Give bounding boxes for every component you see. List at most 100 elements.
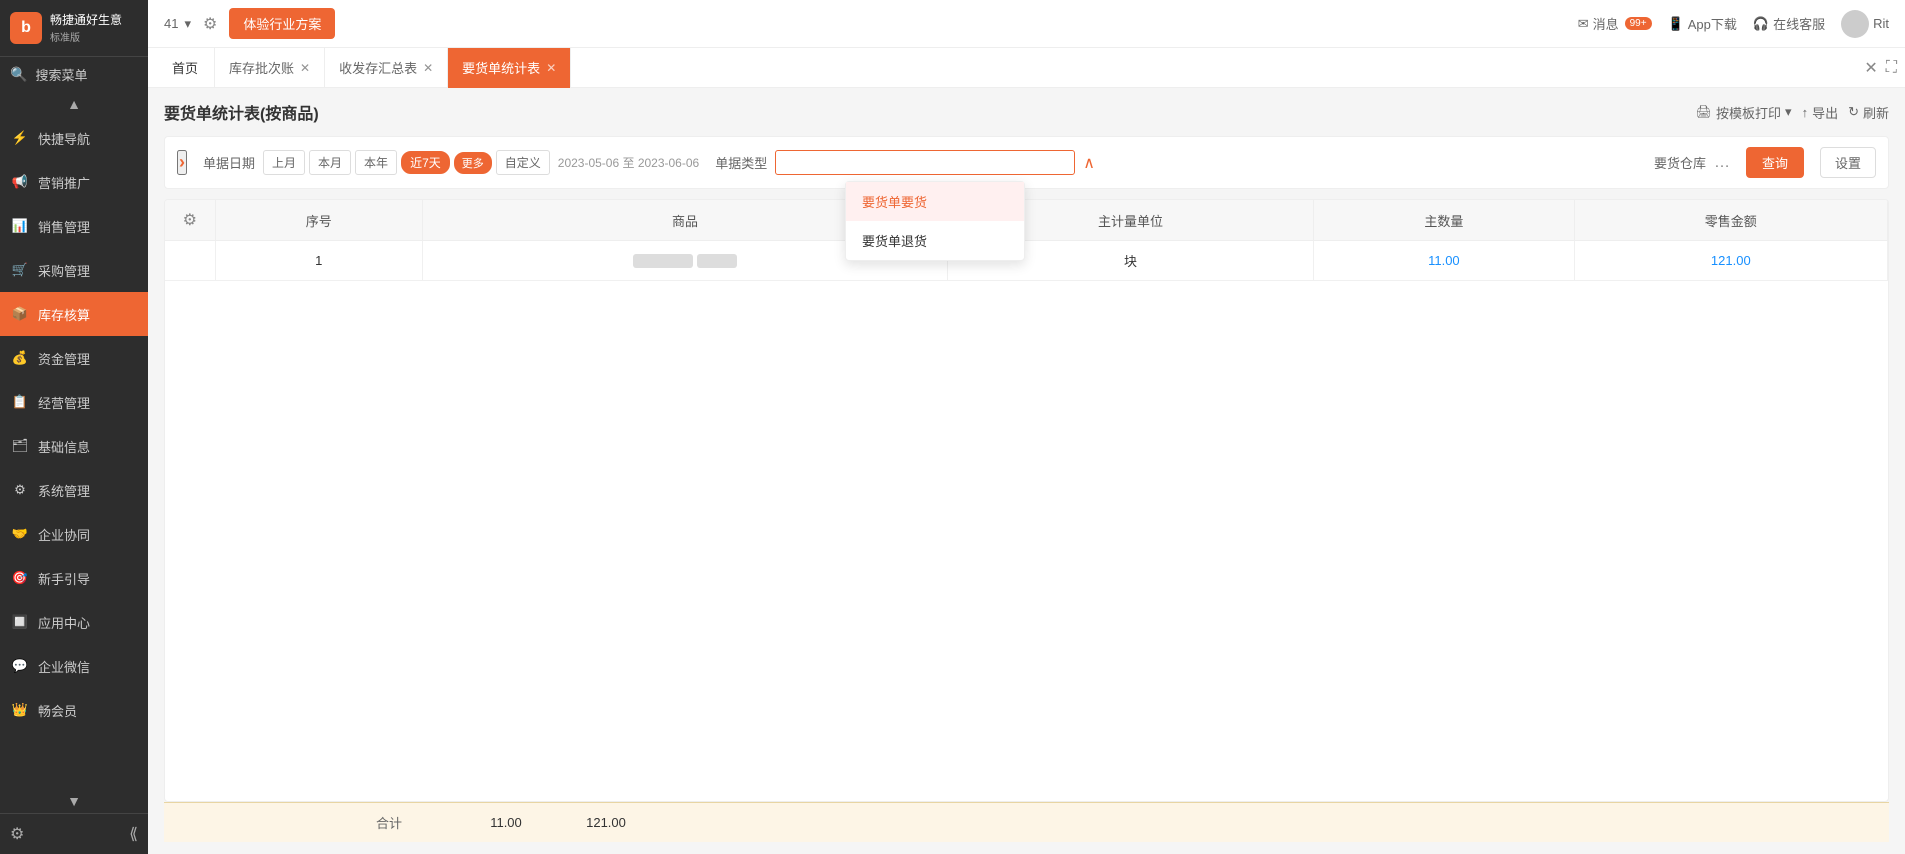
warehouse-more-icon[interactable]: … bbox=[1714, 154, 1730, 172]
table-head: ⚙ 序号 商品 主计量单位 主数量 零售金额 bbox=[165, 200, 1888, 241]
collapse-icon[interactable]: ⟪ bbox=[129, 824, 138, 844]
trial-btn[interactable]: 体验行业方案 bbox=[229, 8, 335, 39]
date-btn-custom[interactable]: 自定义 bbox=[496, 150, 550, 175]
export-icon: ↑ bbox=[1802, 105, 1809, 120]
tab-order-summary[interactable]: 要货单统计表 ✕ bbox=[448, 48, 571, 88]
date-filter-group: 单据日期 上月 本月 本年 近7天 更多 自定义 2023-05-06 至 20… bbox=[203, 150, 699, 175]
tab-order-summary-close[interactable]: ✕ bbox=[546, 61, 556, 75]
tab-fullscreen-btn[interactable]: ⛶ bbox=[1886, 59, 1897, 77]
print-icon: 🖨 bbox=[1696, 104, 1713, 120]
sidebar-item-wechat[interactable]: 💬 企业微信 bbox=[0, 644, 148, 688]
export-btn[interactable]: ↑ 导出 bbox=[1802, 103, 1839, 122]
content-inner: 要货单统计表(按商品) 🖨 按模板打印 ▾ ↑ 导出 ↻ bbox=[148, 88, 1905, 854]
nav-label-quick-nav: 快捷导航 bbox=[38, 129, 90, 148]
tab-home-label: 首页 bbox=[172, 58, 198, 77]
refresh-btn[interactable]: ↻ 刷新 bbox=[1848, 103, 1889, 122]
date-btn-this-year[interactable]: 本年 bbox=[355, 150, 397, 175]
user-avatar-area[interactable]: Rit bbox=[1841, 10, 1889, 38]
th-amount: 零售金额 bbox=[1574, 200, 1887, 241]
print-btn[interactable]: 🖨 按模板打印 ▾ bbox=[1696, 103, 1792, 122]
sidebar-scroll-down[interactable]: ▼ bbox=[0, 789, 148, 813]
message-btn[interactable]: ✉ 消息 99+ bbox=[1578, 14, 1652, 33]
summary-label: 合计 bbox=[176, 813, 456, 832]
nav-icon-inventory: 📦 bbox=[10, 304, 30, 324]
search-menu[interactable]: 🔍 搜索菜单 bbox=[0, 57, 148, 92]
date-filter-label: 单据日期 bbox=[203, 153, 255, 172]
app-download-btn[interactable]: 📱 App下载 bbox=[1668, 14, 1737, 33]
date-btn-this-month[interactable]: 本月 bbox=[309, 150, 351, 175]
tab-receivable-summary[interactable]: 收发存汇总表 ✕ bbox=[325, 48, 448, 88]
store-selector[interactable]: 41 ▾ bbox=[164, 16, 191, 32]
page-actions: 🖨 按模板打印 ▾ ↑ 导出 ↻ 刷新 bbox=[1696, 103, 1890, 122]
date-btn-7days[interactable]: 近7天 bbox=[401, 151, 450, 174]
nav-label-wechat: 企业微信 bbox=[38, 657, 90, 676]
tab-close-all-btn[interactable]: ✕ bbox=[1864, 58, 1877, 78]
sidebar-item-system[interactable]: ⚙ 系统管理 bbox=[0, 468, 148, 512]
sidebar-item-sales[interactable]: 📊 销售管理 bbox=[0, 204, 148, 248]
sidebar-item-basic[interactable]: 🗂 基础信息 bbox=[0, 424, 148, 468]
sidebar-item-guide[interactable]: 🎯 新手引导 bbox=[0, 556, 148, 600]
sidebar-item-appstore[interactable]: 🔲 应用中心 bbox=[0, 600, 148, 644]
date-btn-last-month[interactable]: 上月 bbox=[263, 150, 305, 175]
user-avatar bbox=[1841, 10, 1869, 38]
nav-label-system: 系统管理 bbox=[38, 481, 90, 500]
tab-inventory-batch[interactable]: 库存批次账 ✕ bbox=[215, 48, 325, 88]
nav-icon-marketing: 📢 bbox=[10, 172, 30, 192]
app-icon: 📱 bbox=[1668, 16, 1684, 32]
settings-icon[interactable]: ⚙ bbox=[10, 824, 24, 844]
brand-name: 畅捷通好生意 bbox=[50, 12, 122, 29]
quantity-link[interactable]: 11.00 bbox=[1428, 253, 1460, 268]
type-filter-clear-icon[interactable]: ∧ bbox=[1083, 153, 1095, 173]
table-settings-icon[interactable]: ⚙ bbox=[183, 212, 197, 229]
filter-expand-btn[interactable]: › bbox=[177, 150, 187, 175]
summary-values: 11.00 121.00 bbox=[456, 815, 656, 830]
nav-icon-system: ⚙ bbox=[10, 480, 30, 500]
sidebar: b 畅捷通好生意 标准版 🔍 搜索菜单 ▲ ⚡ 快捷导航 📢 营销推广 📊 销售… bbox=[0, 0, 148, 854]
th-settings[interactable]: ⚙ bbox=[165, 200, 215, 241]
tab-inventory-batch-close[interactable]: ✕ bbox=[300, 61, 310, 75]
nav-label-sales: 销售管理 bbox=[38, 217, 90, 236]
type-filter-input[interactable] bbox=[775, 150, 1075, 175]
sidebar-item-member[interactable]: 👑 畅会员 bbox=[0, 688, 148, 732]
app-download-label: App下载 bbox=[1688, 14, 1737, 33]
query-btn[interactable]: 查询 bbox=[1746, 147, 1804, 178]
refresh-label: 刷新 bbox=[1863, 103, 1889, 122]
customer-service-btn[interactable]: 🎧 在线客服 bbox=[1753, 14, 1825, 33]
sidebar-scroll-up[interactable]: ▲ bbox=[0, 92, 148, 116]
nav-icon-member: 👑 bbox=[10, 700, 30, 720]
th-index: 序号 bbox=[215, 200, 423, 241]
tabs-actions: ✕ ⛶ bbox=[1864, 58, 1897, 78]
sidebar-item-marketing[interactable]: 📢 营销推广 bbox=[0, 160, 148, 204]
sidebar-item-quick-nav[interactable]: ⚡ 快捷导航 bbox=[0, 116, 148, 160]
store-chevron-icon[interactable]: ▾ bbox=[184, 16, 191, 32]
filter-settings-btn[interactable]: 设置 bbox=[1820, 147, 1876, 178]
nav-label-basic: 基础信息 bbox=[38, 437, 90, 456]
nav-icon-basic: 🗂 bbox=[10, 436, 30, 456]
sidebar-item-finance[interactable]: 💰 资金管理 bbox=[0, 336, 148, 380]
sidebar-logo: b 畅捷通好生意 标准版 bbox=[0, 0, 148, 57]
tabs-bar: 首页 库存批次账 ✕ 收发存汇总表 ✕ 要货单统计表 ✕ ✕ ⛶ bbox=[148, 48, 1905, 88]
data-table: ⚙ 序号 商品 主计量单位 主数量 零售金额 1 bbox=[165, 200, 1888, 281]
topbar-settings-icon[interactable]: ⚙ bbox=[203, 14, 217, 34]
nav-icon-operation: 📋 bbox=[10, 392, 30, 412]
tab-receivable-summary-close[interactable]: ✕ bbox=[423, 61, 433, 75]
logo-icon: b bbox=[10, 12, 42, 44]
service-icon: 🎧 bbox=[1753, 16, 1769, 32]
summary-quantity: 11.00 bbox=[456, 815, 556, 830]
date-range-text: 2023-05-06 至 2023-06-06 bbox=[558, 154, 699, 171]
tab-home[interactable]: 首页 bbox=[156, 48, 215, 88]
message-label: 消息 bbox=[1593, 14, 1619, 33]
sidebar-item-purchase[interactable]: 🛒 采购管理 bbox=[0, 248, 148, 292]
dropdown-item-goods[interactable]: 要货单要货 bbox=[846, 182, 1024, 221]
message-badge: 99+ bbox=[1625, 17, 1652, 30]
sidebar-item-operation[interactable]: 📋 经营管理 bbox=[0, 380, 148, 424]
sidebar-item-enterprise[interactable]: 🤝 企业协同 bbox=[0, 512, 148, 556]
summary-label-text: 合计 bbox=[376, 816, 402, 831]
sidebar-item-inventory[interactable]: 📦 库存核算 bbox=[0, 292, 148, 336]
dropdown-item-return-label: 要货单退货 bbox=[862, 234, 927, 249]
filter-bar: › 单据日期 上月 本月 本年 近7天 更多 自定义 2023-05-06 至 … bbox=[164, 136, 1889, 189]
dropdown-item-return[interactable]: 要货单退货 bbox=[846, 221, 1024, 260]
user-name: Rit bbox=[1873, 16, 1889, 31]
date-btn-more[interactable]: 更多 bbox=[454, 152, 492, 174]
amount-link[interactable]: 121.00 bbox=[1711, 253, 1751, 268]
